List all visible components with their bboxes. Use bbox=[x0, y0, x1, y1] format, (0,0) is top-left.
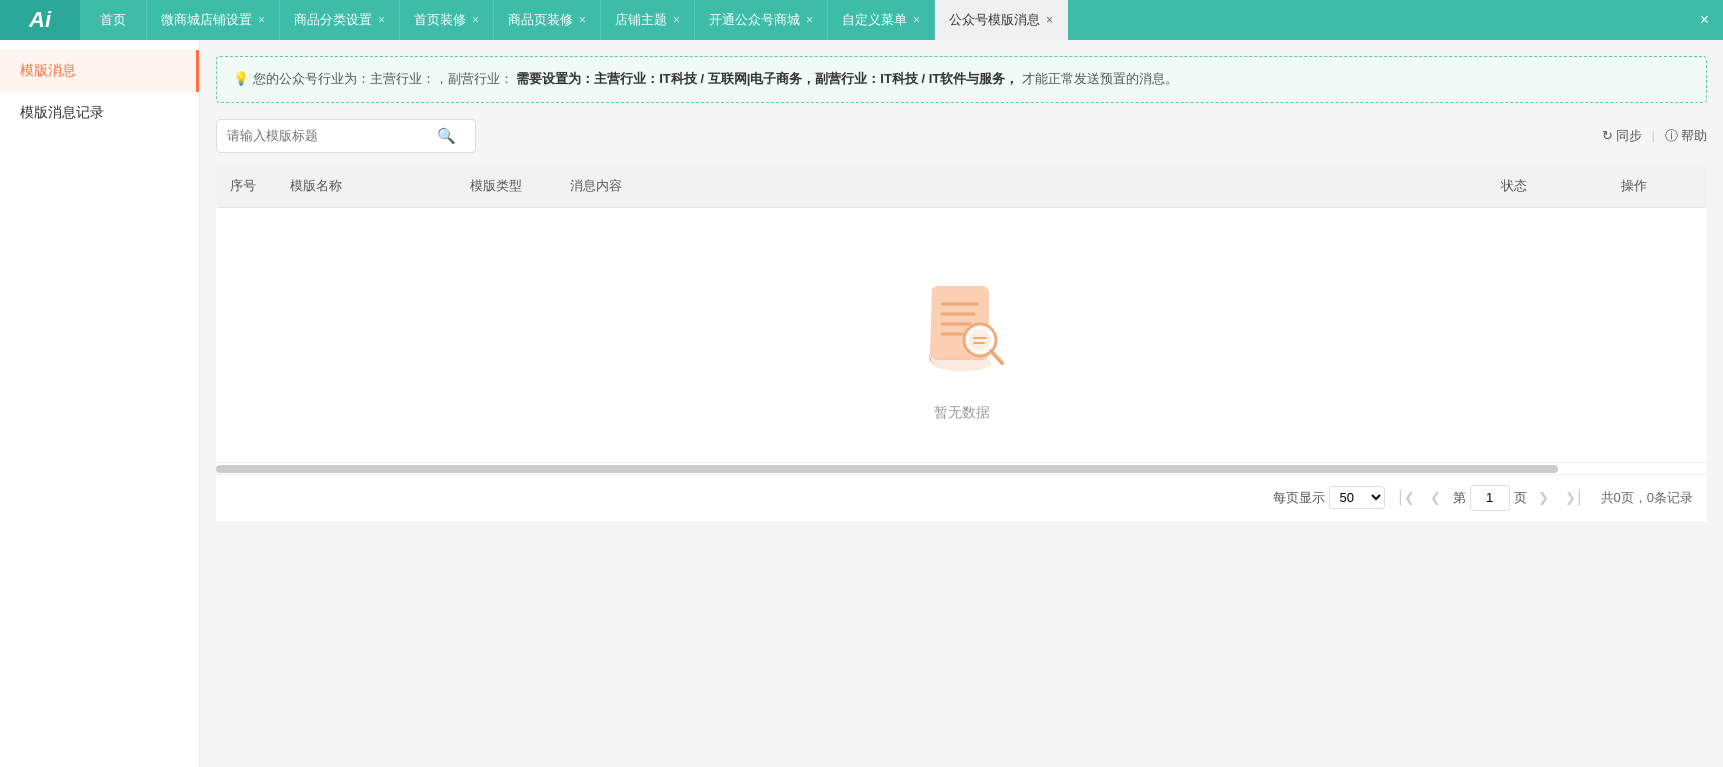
col-header-name: 模版名称 bbox=[276, 165, 456, 208]
page-nav: ⎮❮ ❮ 第 页 ❯ ❯⎮ bbox=[1393, 485, 1587, 511]
nav-tab-shop-settings[interactable]: 微商城店铺设置× bbox=[147, 0, 280, 40]
tab-close-custom-menu[interactable]: × bbox=[913, 13, 920, 27]
nav-tab-home[interactable]: 首页 bbox=[80, 0, 147, 40]
page-input[interactable] bbox=[1470, 485, 1510, 511]
notice-suffix: 才能正常发送预置的消息。 bbox=[1022, 71, 1178, 86]
col-header-type: 模版类型 bbox=[456, 165, 556, 208]
sidebar-item-template-message[interactable]: 模版消息 bbox=[0, 50, 199, 92]
sidebar-item-template-message-record[interactable]: 模版消息记录 bbox=[0, 92, 199, 134]
content-area: 💡 您的公众号行业为：主营行业：，副营行业： 需要设置为：主营行业：IT科技 /… bbox=[200, 40, 1723, 767]
tab-close-shop-settings[interactable]: × bbox=[258, 13, 265, 27]
page-size-wrap: 每页显示 102050100 bbox=[1273, 486, 1385, 509]
sync-label: 同步 bbox=[1616, 127, 1642, 145]
search-bar: 🔍 ↻ 同步 | ⓘ 帮助 bbox=[216, 119, 1707, 153]
close-all-button[interactable]: × bbox=[1686, 11, 1723, 29]
nav-tab-shop-theme[interactable]: 店铺主题× bbox=[601, 0, 695, 40]
nav-tab-open-mall[interactable]: 开通公众号商城× bbox=[695, 0, 828, 40]
last-page-button[interactable]: ❯⎮ bbox=[1561, 485, 1587, 511]
nav-tab-home-decor[interactable]: 首页装修× bbox=[400, 0, 494, 40]
help-button[interactable]: ⓘ 帮助 bbox=[1665, 127, 1707, 145]
nav-tab-category-settings[interactable]: 商品分类设置× bbox=[280, 0, 400, 40]
notice-prefix: 您的公众号行业为：主营行业：，副营行业： bbox=[253, 71, 513, 86]
nav-tab-custom-menu[interactable]: 自定义菜单× bbox=[828, 0, 935, 40]
toolbar-divider: | bbox=[1652, 128, 1655, 143]
pagination: 每页显示 102050100 ⎮❮ ❮ 第 页 ❯ ❯⎮ 共0页，0条记录 bbox=[216, 474, 1707, 521]
next-page-button[interactable]: ❯ bbox=[1531, 485, 1557, 511]
scrollbar-thumb[interactable] bbox=[216, 465, 1558, 473]
prev-page-button[interactable]: ❮ bbox=[1423, 485, 1449, 511]
top-nav: Ai 首页微商城店铺设置×商品分类设置×首页装修×商品页装修×店铺主题×开通公众… bbox=[0, 0, 1723, 40]
page-label: 页 bbox=[1514, 489, 1527, 507]
page-size-label: 每页显示 bbox=[1273, 489, 1325, 507]
sync-button[interactable]: ↻ 同步 bbox=[1602, 127, 1642, 145]
logo: Ai bbox=[0, 0, 80, 40]
tab-close-product-decor[interactable]: × bbox=[579, 13, 586, 27]
col-header-index: 序号 bbox=[216, 165, 276, 208]
notice-box: 💡 您的公众号行业为：主营行业：，副营行业： 需要设置为：主营行业：IT科技 /… bbox=[216, 56, 1707, 103]
nav-tab-template-msg[interactable]: 公众号模版消息× bbox=[935, 0, 1068, 40]
svg-line-7 bbox=[991, 351, 1002, 363]
nav-tab-product-decor[interactable]: 商品页装修× bbox=[494, 0, 601, 40]
empty-text: 暂无数据 bbox=[934, 404, 990, 422]
help-icon: ⓘ bbox=[1665, 127, 1678, 145]
notice-icon: 💡 bbox=[233, 71, 249, 86]
tab-close-home-decor[interactable]: × bbox=[472, 13, 479, 27]
svg-point-6 bbox=[969, 329, 991, 351]
search-icon[interactable]: 🔍 bbox=[437, 127, 456, 145]
nav-tabs: 首页微商城店铺设置×商品分类设置×首页装修×商品页装修×店铺主题×开通公众号商城… bbox=[80, 0, 1686, 40]
main-layout: 模版消息模版消息记录 💡 您的公众号行业为：主营行业：，副营行业： 需要设置为：… bbox=[0, 40, 1723, 767]
page-di-label: 第 bbox=[1453, 489, 1466, 507]
sidebar: 模版消息模版消息记录 bbox=[0, 40, 200, 767]
table-wrapper: 序号模版名称模版类型消息内容状态操作 bbox=[216, 165, 1707, 521]
col-header-action: 操作 bbox=[1607, 165, 1707, 208]
tab-close-shop-theme[interactable]: × bbox=[673, 13, 680, 27]
tab-close-template-msg[interactable]: × bbox=[1046, 13, 1053, 27]
col-header-content: 消息内容 bbox=[556, 165, 1487, 208]
data-table: 序号模版名称模版类型消息内容状态操作 bbox=[216, 165, 1707, 208]
tab-close-category-settings[interactable]: × bbox=[378, 13, 385, 27]
empty-icon bbox=[902, 268, 1022, 388]
search-input[interactable] bbox=[227, 128, 437, 143]
toolbar-right: ↻ 同步 | ⓘ 帮助 bbox=[1602, 127, 1707, 145]
scrollbar-track[interactable] bbox=[216, 462, 1707, 474]
empty-state: 暂无数据 bbox=[216, 208, 1707, 462]
sync-icon: ↻ bbox=[1602, 128, 1613, 143]
first-page-button[interactable]: ⎮❮ bbox=[1393, 485, 1419, 511]
search-input-wrap: 🔍 bbox=[216, 119, 476, 153]
tab-close-open-mall[interactable]: × bbox=[806, 13, 813, 27]
table-header-row: 序号模版名称模版类型消息内容状态操作 bbox=[216, 165, 1707, 208]
total-info: 共0页，0条记录 bbox=[1601, 489, 1693, 507]
notice-highlight: 需要设置为：主营行业：IT科技 / 互联网|电子商务，副营行业：IT科技 / I… bbox=[516, 71, 1018, 86]
help-label: 帮助 bbox=[1681, 127, 1707, 145]
col-header-status: 状态 bbox=[1487, 165, 1607, 208]
page-size-select[interactable]: 102050100 bbox=[1329, 486, 1385, 509]
